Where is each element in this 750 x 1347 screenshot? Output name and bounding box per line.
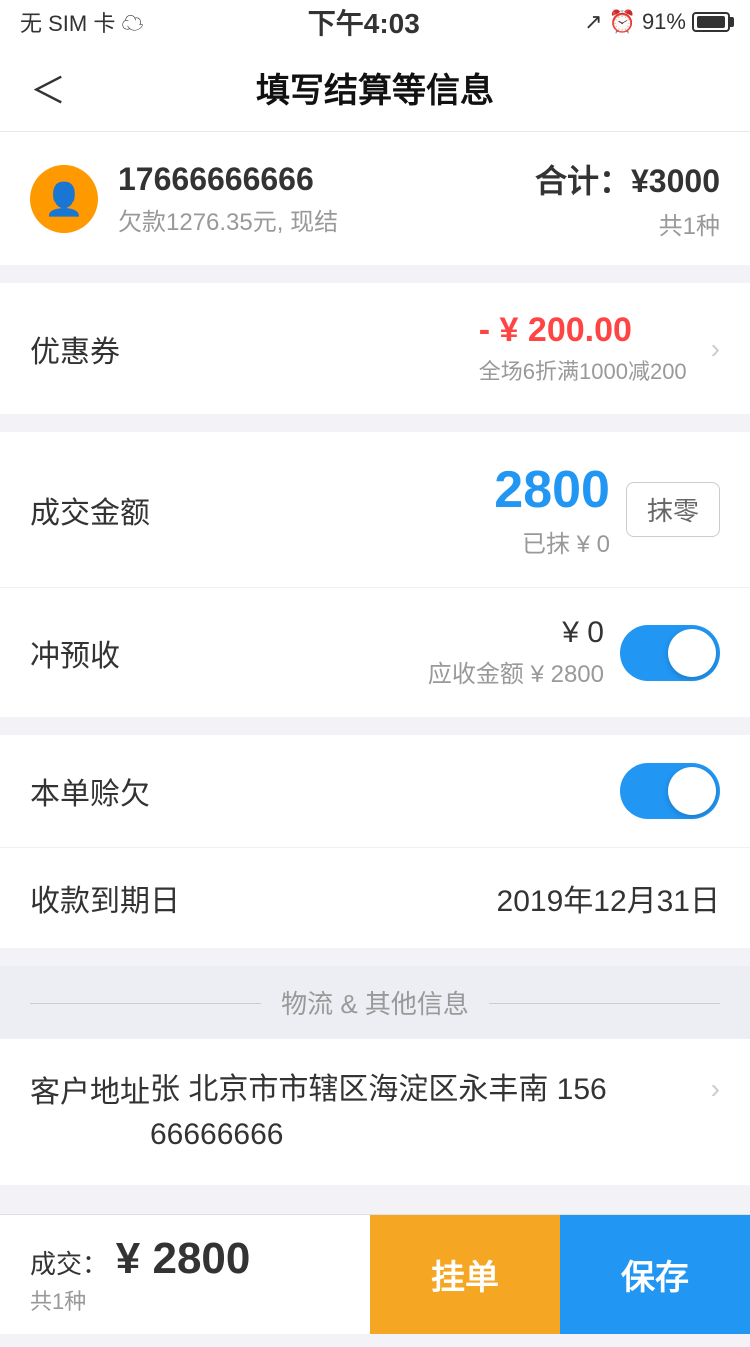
divider-3 [0,719,750,735]
total-count: 共1种 [535,206,720,241]
prepay-toggle-knob [668,629,716,677]
location-icon: ↗ [584,9,602,35]
coupon-amount: - ¥ 200.00 [479,311,687,350]
address-value: 张 北京市市辖区海淀区永丰南 156 66666666 [150,1067,699,1157]
battery-icon [692,12,730,32]
address-label: 客户地址 [30,1067,150,1111]
address-chevron-icon: › [711,1073,720,1105]
total-amount: 合计：¥3000 [535,156,720,202]
customer-section: 👤 17666666666 欠款1276.35元, 现结 合计：¥3000 共1… [0,132,750,265]
coupon-desc: 全场6折满1000减200 [479,354,687,386]
customer-left: 👤 17666666666 欠款1276.35元, 现结 [30,161,338,237]
deal-amount-right: 2800 已抹 ¥ 0 抹零 [494,460,720,559]
save-button[interactable]: 保存 [560,1215,750,1334]
status-right: ↗ ⏰ 91% [584,9,730,35]
coupon-chevron-icon: › [711,333,720,365]
credit-row: 本单赊欠 [0,735,750,848]
nav-bar: ＜ 填写结算等信息 [0,44,750,132]
divider-2 [0,416,750,432]
clock-icon: ⏰ [609,9,636,35]
due-date-value: 2019年12月31日 [497,876,720,920]
divider-1 [0,267,750,283]
sim-text: 无 SIM 卡 ☁ [20,6,143,38]
bottom-amount: ¥ 2800 [116,1234,251,1283]
bottom-deal-label: 成交： [30,1249,108,1279]
bottom-summary: 成交： ¥ 2800 共1种 [0,1215,370,1334]
deal-amount-value: 2800 [494,460,610,520]
credit-section: 本单赊欠 收款到期日 2019年12月31日 [0,735,750,948]
prepay-value: ¥ 0 [428,616,604,650]
credit-label: 本单赊欠 [30,769,150,813]
credit-toggle-knob [668,767,716,815]
avatar: 👤 [30,165,98,233]
coupon-right: - ¥ 200.00 全场6折满1000减200 › [479,311,720,386]
status-left: 无 SIM 卡 ☁ [20,6,143,38]
deal-section: 成交金额 2800 已抹 ¥ 0 抹零 冲预收 ¥ 0 应收金额 ¥ 2800 [0,432,750,717]
round-zero-button[interactable]: 抹零 [626,482,720,537]
customer-phone: 17666666666 [118,161,338,198]
back-button[interactable]: ＜ [20,52,76,124]
battery-text: 91% [642,9,686,35]
customer-total: 合计：¥3000 共1种 [535,156,720,241]
bottom-deal-line: 成交： ¥ 2800 [30,1234,340,1284]
status-time: 下午4:03 [308,2,420,42]
prepay-right: ¥ 0 应收金额 ¥ 2800 [428,616,720,689]
deal-amount-label: 成交金额 [30,488,150,532]
bottom-bar: 成交： ¥ 2800 共1种 挂单 保存 [0,1214,750,1334]
due-date-label: 收款到期日 [30,876,180,920]
prepay-toggle[interactable] [620,625,720,681]
customer-info: 17666666666 欠款1276.35元, 现结 [118,161,338,237]
deal-amount-sub: 已抹 ¥ 0 [494,524,610,559]
bottom-count: 共1种 [30,1284,340,1316]
hold-button[interactable]: 挂单 [370,1215,560,1334]
avatar-icon: 👤 [44,180,84,218]
status-bar: 无 SIM 卡 ☁ 下午4:03 ↗ ⏰ 91% [0,0,750,44]
credit-right [620,763,720,819]
coupon-row[interactable]: 优惠券 - ¥ 200.00 全场6折满1000减200 › [0,283,750,414]
prepay-row: 冲预收 ¥ 0 应收金额 ¥ 2800 [0,588,750,717]
prepay-label: 冲预收 [30,631,120,675]
credit-toggle[interactable] [620,763,720,819]
customer-note: 欠款1276.35元, 现结 [118,202,338,237]
coupon-label: 优惠券 [30,327,120,371]
prepay-sub: 应收金额 ¥ 2800 [428,654,604,689]
coupon-section: 优惠券 - ¥ 200.00 全场6折满1000减200 › [0,283,750,414]
logistics-divider: 物流 & 其他信息 [0,966,750,1039]
deal-amount-row: 成交金额 2800 已抹 ¥ 0 抹零 [0,432,750,588]
due-date-row: 收款到期日 2019年12月31日 [0,848,750,948]
logistics-divider-text: 物流 & 其他信息 [261,984,489,1021]
page-title: 填写结算等信息 [256,63,494,112]
address-row[interactable]: 客户地址 张 北京市市辖区海淀区永丰南 156 66666666 › [0,1039,750,1185]
divider-4 [0,950,750,966]
